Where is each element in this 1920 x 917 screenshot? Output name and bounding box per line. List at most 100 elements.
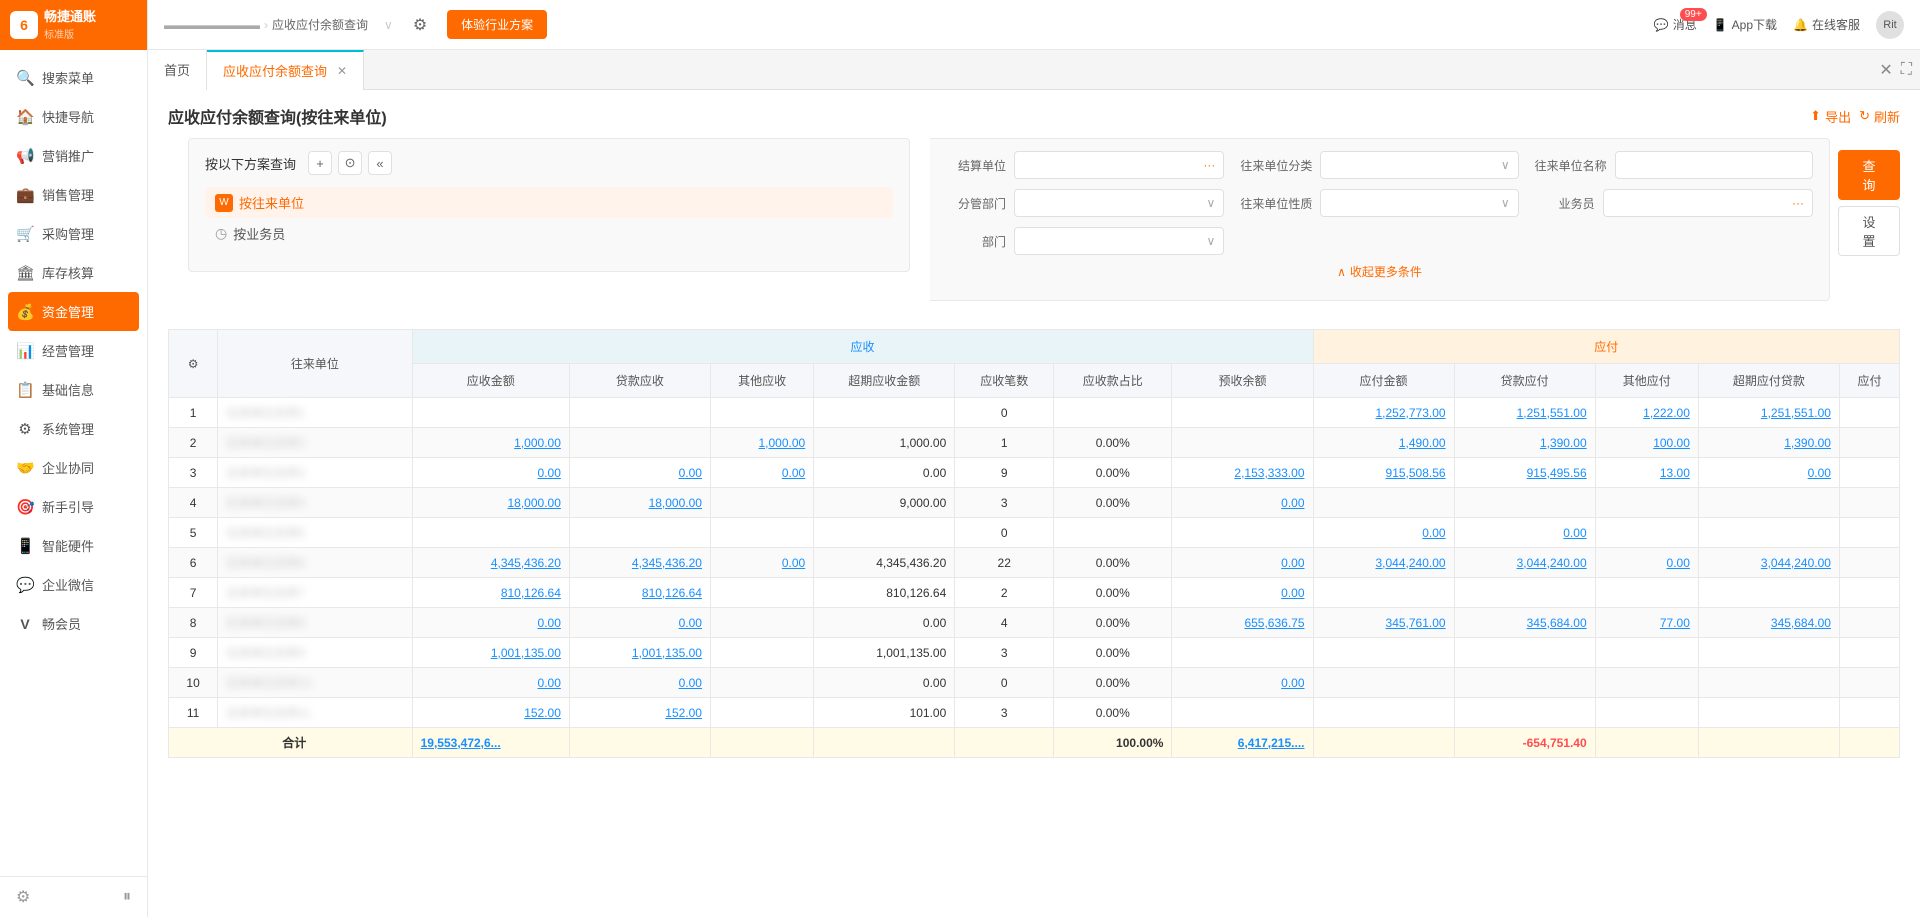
sidebar-item-finance[interactable]: 💰 资金管理 xyxy=(8,292,139,331)
cell-num[interactable]: 0.00 xyxy=(1313,518,1454,548)
cell-num[interactable]: 810,126.64 xyxy=(412,578,569,608)
cell-num[interactable]: 915,508.56 xyxy=(1313,458,1454,488)
cell-num[interactable]: 345,684.00 xyxy=(1698,608,1839,638)
tab-home[interactable]: 首页 xyxy=(148,50,207,90)
salesman-input[interactable]: ··· xyxy=(1603,189,1813,217)
sidebar-item-smart-hw[interactable]: 📱 智能硬件 xyxy=(0,526,147,565)
cell-num[interactable]: 0.00 xyxy=(1595,548,1698,578)
cell-num[interactable]: 77.00 xyxy=(1595,608,1698,638)
sidebar-item-management[interactable]: 📊 经营管理 xyxy=(0,331,147,370)
cell-num[interactable]: 1,001,135.00 xyxy=(569,638,710,668)
cell-advance[interactable]: 0.00 xyxy=(1172,488,1313,518)
cell-partner: 往来单位名称9 xyxy=(218,638,412,668)
scheme-by-salesman[interactable]: ◷ 按业务员 xyxy=(205,218,893,249)
collapse-scheme-btn[interactable]: « xyxy=(368,151,392,175)
message-btn[interactable]: 💬 消息 99+ xyxy=(1654,16,1697,33)
cell-num[interactable]: 0.00 xyxy=(569,608,710,638)
collapse-filter-btn[interactable]: ∧ 收起更多条件 xyxy=(946,255,1813,288)
cell-num[interactable]: 0.00 xyxy=(569,668,710,698)
cell-num[interactable]: 100.00 xyxy=(1595,428,1698,458)
cell-num[interactable]: 1,252,773.00 xyxy=(1313,398,1454,428)
settings-scheme-btn[interactable]: ⊙ xyxy=(338,151,362,175)
dept-managed-input[interactable]: ∨ xyxy=(1014,189,1224,217)
cell-num[interactable]: 4,345,436.20 xyxy=(569,548,710,578)
cell-num[interactable]: 152.00 xyxy=(569,698,710,728)
add-scheme-btn[interactable]: + xyxy=(308,151,332,175)
sidebar-item-inventory[interactable]: 🏛 库存核算 xyxy=(0,253,147,292)
tab-ar-balance[interactable]: 应收应付余额查询 ✕ xyxy=(207,50,364,90)
sidebar-item-sales[interactable]: 💼 销售管理 xyxy=(0,175,147,214)
sidebar-item-vip[interactable]: V 畅会员 xyxy=(0,604,147,643)
sidebar-item-search-menu[interactable]: 🔍 搜索菜单 xyxy=(0,58,147,97)
export-button[interactable]: ⬆ 导出 xyxy=(1810,107,1851,126)
dept-input[interactable]: ∨ xyxy=(1014,227,1224,255)
sidebar-item-quick-nav[interactable]: 🏠 快捷导航 xyxy=(0,97,147,136)
gear-icon[interactable]: ⚙ xyxy=(413,15,427,35)
cell-num[interactable]: 0.00 xyxy=(412,458,569,488)
collapse-sidebar-icon[interactable]: ⏸ xyxy=(123,888,131,906)
refresh-button[interactable]: ↻ 刷新 xyxy=(1859,107,1900,126)
cell-num[interactable]: 3,044,240.00 xyxy=(1698,548,1839,578)
cell-num[interactable]: 0.00 xyxy=(710,458,813,488)
cell-num[interactable]: 0.00 xyxy=(1698,458,1839,488)
scheme-by-company[interactable]: W 按往来单位 xyxy=(205,187,893,218)
partner-name-input[interactable] xyxy=(1615,151,1813,179)
sidebar-item-wechat[interactable]: 💬 企业微信 xyxy=(0,565,147,604)
cell-num[interactable]: 13.00 xyxy=(1595,458,1698,488)
sidebar-item-guide[interactable]: 🎯 新手引导 xyxy=(0,487,147,526)
table-settings-header[interactable]: ⚙ xyxy=(169,330,218,398)
cell-num[interactable]: 1,390.00 xyxy=(1698,428,1839,458)
cell-num[interactable]: 1,001,135.00 xyxy=(412,638,569,668)
cell-num[interactable]: 0.00 xyxy=(1454,518,1595,548)
sidebar-item-marketing[interactable]: 📢 营销推广 xyxy=(0,136,147,175)
total-ar-advance[interactable]: 6,417,215.... xyxy=(1172,728,1313,758)
cell-num[interactable]: 0.00 xyxy=(412,608,569,638)
cell-num[interactable]: 3,044,240.00 xyxy=(1313,548,1454,578)
cell-advance[interactable]: 0.00 xyxy=(1172,548,1313,578)
cell-num[interactable]: 0.00 xyxy=(710,548,813,578)
sidebar-item-basic-info[interactable]: 📋 基础信息 xyxy=(0,370,147,409)
cell-num[interactable]: 3,044,240.00 xyxy=(1454,548,1595,578)
cell: 0.00% xyxy=(1054,668,1172,698)
cell-num[interactable]: 810,126.64 xyxy=(569,578,710,608)
cell-num[interactable]: 18,000.00 xyxy=(569,488,710,518)
cell-num[interactable]: 0.00 xyxy=(569,458,710,488)
cell-num[interactable]: 1,390.00 xyxy=(1454,428,1595,458)
cell-advance[interactable]: 0.00 xyxy=(1172,578,1313,608)
sidebar-item-purchase[interactable]: 🛒 采购管理 xyxy=(0,214,147,253)
message-icon: 💬 xyxy=(1654,18,1669,32)
tab-close-icon[interactable]: ✕ xyxy=(337,64,347,78)
cell-num[interactable]: 1,222.00 xyxy=(1595,398,1698,428)
cell-advance[interactable]: 2,153,333.00 xyxy=(1172,458,1313,488)
cell-advance[interactable]: 655,636.75 xyxy=(1172,608,1313,638)
cell-num[interactable]: 152.00 xyxy=(412,698,569,728)
promo-button[interactable]: 体验行业方案 xyxy=(447,10,547,39)
settings-bottom-icon[interactable]: ⚙ xyxy=(16,887,30,907)
sidebar-item-cooperation[interactable]: 🤝 企业协同 xyxy=(0,448,147,487)
cell-num[interactable]: 915,495.56 xyxy=(1454,458,1595,488)
setting-button[interactable]: 设置 xyxy=(1838,206,1900,256)
cell-num[interactable]: 4,345,436.20 xyxy=(412,548,569,578)
query-button[interactable]: 查询 xyxy=(1838,150,1900,200)
cell-num[interactable]: 18,000.00 xyxy=(412,488,569,518)
settlement-unit-input[interactable]: ··· xyxy=(1014,151,1224,179)
cell-num[interactable]: 1,490.00 xyxy=(1313,428,1454,458)
cell-num[interactable]: 1,000.00 xyxy=(710,428,813,458)
cell-num[interactable]: 345,761.00 xyxy=(1313,608,1454,638)
app-download-btn[interactable]: 📱 App下载 xyxy=(1713,16,1777,33)
sidebar-item-system[interactable]: ⚙ 系统管理 xyxy=(0,409,147,448)
cell-advance[interactable]: 0.00 xyxy=(1172,668,1313,698)
download-icon: 📱 xyxy=(1713,18,1728,32)
partner-nature-input[interactable]: ∨ xyxy=(1320,189,1518,217)
fullscreen-icon[interactable]: ⛶ xyxy=(1901,61,1912,79)
user-avatar[interactable]: Rit xyxy=(1876,11,1904,39)
cell-num[interactable]: 1,000.00 xyxy=(412,428,569,458)
online-service-btn[interactable]: 🔔 在线客服 xyxy=(1793,16,1860,33)
partner-category-input[interactable]: ∨ xyxy=(1320,151,1518,179)
total-ar-amount[interactable]: 19,553,472,6... xyxy=(412,728,569,758)
close-window-icon[interactable]: ✕ xyxy=(1879,60,1892,80)
cell-num[interactable]: 345,684.00 xyxy=(1454,608,1595,638)
cell-num[interactable]: 0.00 xyxy=(412,668,569,698)
cell-num[interactable]: 1,251,551.00 xyxy=(1698,398,1839,428)
cell-num[interactable]: 1,251,551.00 xyxy=(1454,398,1595,428)
